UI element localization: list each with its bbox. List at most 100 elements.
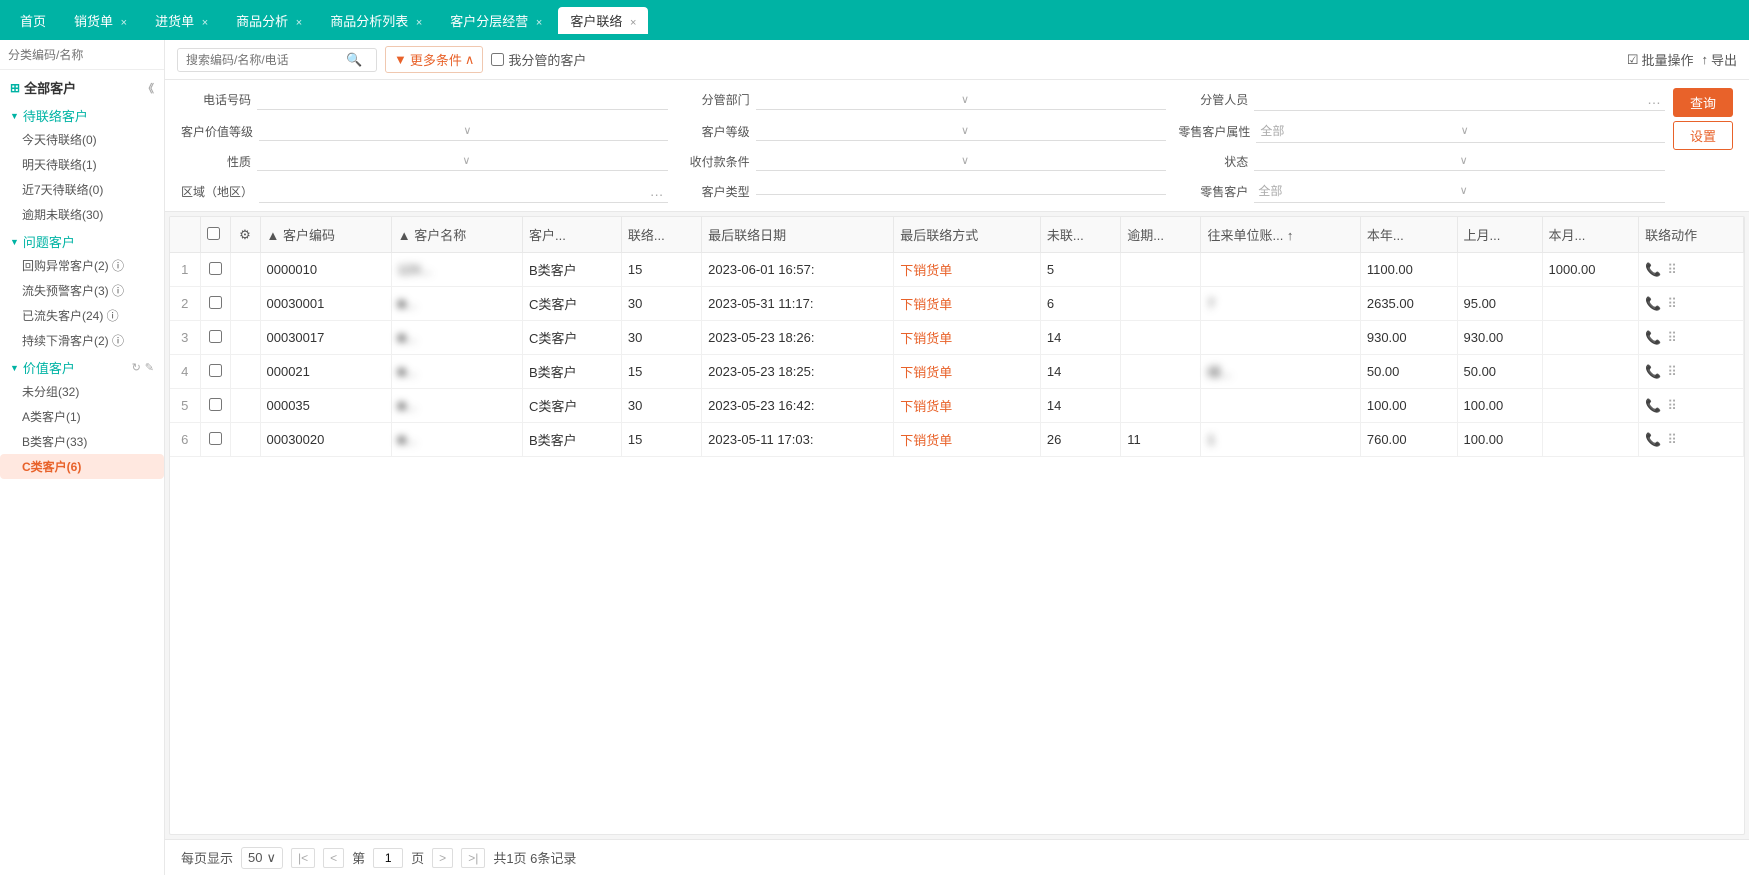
retail-attr-select[interactable]: 全部 ∨	[1256, 119, 1665, 143]
nav-sales-close[interactable]: ×	[121, 17, 127, 29]
edit-icon[interactable]: ✎	[145, 361, 154, 374]
cell-last-contact-method[interactable]: 下销货单	[894, 321, 1041, 355]
first-page-button[interactable]: |<	[291, 848, 315, 868]
row-checkbox[interactable]	[209, 398, 222, 411]
nav-sales[interactable]: 销货单 ×	[62, 7, 139, 34]
query-button[interactable]: 查询	[1673, 88, 1733, 117]
phone-action-icon[interactable]: 📞	[1645, 398, 1661, 414]
sidebar-item-today[interactable]: 今天待联络(0)	[0, 127, 164, 152]
more-action-icon[interactable]: ⠿	[1667, 364, 1677, 380]
phone-input[interactable]	[257, 89, 668, 110]
cell-last-contact-method[interactable]: 下销货单	[894, 253, 1041, 287]
row-checkbox[interactable]	[209, 364, 222, 377]
row-checkbox[interactable]	[209, 432, 222, 445]
more-action-icon[interactable]: ⠿	[1667, 432, 1677, 448]
refresh-icon[interactable]: ↻	[132, 361, 141, 374]
cell-row-num: 5	[170, 389, 200, 423]
all-customers-section[interactable]: ⊞ 全部客户 《	[0, 70, 164, 101]
next-page-button[interactable]: >	[432, 848, 453, 868]
cell-last-contact-method[interactable]: 下销货单	[894, 389, 1041, 423]
nav-purchase[interactable]: 进货单 ×	[143, 7, 220, 34]
nav-purchase-close[interactable]: ×	[202, 17, 208, 29]
nav-home[interactable]: 首页	[8, 7, 58, 34]
sidebar-group-pending[interactable]: 待联络客户	[0, 101, 164, 127]
more-action-icon[interactable]: ⠿	[1667, 330, 1677, 346]
nav-product-analysis-close[interactable]: ×	[296, 17, 302, 29]
filter-bar: 🔍 ▼ 更多条件 ∧ 我分管的客户 ☑ 批量操作 ↑ 导出	[165, 40, 1749, 80]
contact-method-link[interactable]: 下销货单	[900, 263, 952, 278]
cell-checkbox[interactable]	[200, 355, 230, 389]
sidebar-item-7days[interactable]: 近7天待联络(0)	[0, 177, 164, 202]
batch-ops-button[interactable]: ☑ 批量操作	[1627, 50, 1694, 69]
select-all-checkbox[interactable]	[207, 227, 220, 240]
more-action-icon[interactable]: ⠿	[1667, 262, 1677, 278]
row-checkbox[interactable]	[209, 296, 222, 309]
phone-action-icon[interactable]: 📞	[1645, 364, 1661, 380]
contact-method-link[interactable]: 下销货单	[900, 433, 952, 448]
contact-method-link[interactable]: 下销货单	[900, 331, 952, 346]
sidebar-item-abnormal-repurchase[interactable]: 回购异常客户(2) ⓘ	[0, 253, 164, 278]
sidebar-item-overdue[interactable]: 逾期未联络(30)	[0, 202, 164, 227]
nav-product-analysis-list[interactable]: 商品分析列表 ×	[318, 7, 434, 34]
sidebar-item-declining[interactable]: 持续下滑客户(2) ⓘ	[0, 328, 164, 353]
prev-page-button[interactable]: <	[323, 848, 344, 868]
contact-method-link[interactable]: 下销货单	[900, 399, 952, 414]
sidebar-item-c-customers[interactable]: C类客户(6)	[0, 454, 164, 479]
customer-table: ⚙ ▲ 客户编码 ▲ 客户名称 客户... 联络... 最后联络日期 最后联络方…	[170, 217, 1744, 457]
contact-method-link[interactable]: 下销货单	[900, 297, 952, 312]
phone-action-icon[interactable]: 📞	[1645, 262, 1661, 278]
nav-customer-segment[interactable]: 客户分层经营 ×	[438, 7, 554, 34]
nav-product-analysis-list-close[interactable]: ×	[416, 17, 422, 29]
customer-search-icon[interactable]: 🔍	[346, 52, 362, 68]
cell-checkbox[interactable]	[200, 253, 230, 287]
phone-action-icon[interactable]: 📞	[1645, 330, 1661, 346]
nav-customer-contact[interactable]: 客户联络 ×	[558, 7, 648, 34]
payment-select[interactable]: ∨	[756, 151, 1167, 171]
my-customers-checkbox[interactable]	[491, 53, 504, 66]
more-action-icon[interactable]: ⠿	[1667, 296, 1677, 312]
contact-method-link[interactable]: 下销货单	[900, 365, 952, 380]
settings-button[interactable]: 设置	[1673, 121, 1733, 150]
nature-select[interactable]: ∨	[257, 151, 668, 171]
sidebar-item-b-customers[interactable]: B类客户(33)	[0, 429, 164, 454]
row-checkbox[interactable]	[209, 330, 222, 343]
row-checkbox[interactable]	[209, 262, 222, 275]
cell-last-contact-method[interactable]: 下销货单	[894, 355, 1041, 389]
region-dots[interactable]: …	[650, 183, 664, 199]
last-page-button[interactable]: >|	[461, 848, 485, 868]
cell-checkbox[interactable]	[200, 287, 230, 321]
status-select[interactable]: ∨	[1254, 151, 1665, 171]
cell-this-year: 100.00	[1360, 389, 1457, 423]
sidebar-group-problem[interactable]: 问题客户	[0, 227, 164, 253]
manager-dots[interactable]: …	[1647, 91, 1661, 107]
col-settings[interactable]: ⚙	[230, 217, 260, 253]
export-button[interactable]: ↑ 导出	[1701, 50, 1737, 69]
sidebar-item-churned[interactable]: 已流失客户(24) ⓘ	[0, 303, 164, 328]
sidebar-search-input[interactable]	[8, 48, 163, 62]
customer-level-select[interactable]: ∨	[756, 121, 1167, 141]
sidebar-item-unclassified[interactable]: 未分组(32)	[0, 379, 164, 404]
phone-action-icon[interactable]: 📞	[1645, 432, 1661, 448]
nav-customer-segment-close[interactable]: ×	[536, 17, 542, 29]
more-conditions-button[interactable]: ▼ 更多条件 ∧	[385, 46, 483, 73]
customer-table-container: ⚙ ▲ 客户编码 ▲ 客户名称 客户... 联络... 最后联络日期 最后联络方…	[169, 216, 1745, 835]
value-level-select[interactable]: ∨	[259, 121, 668, 141]
cell-last-contact-method[interactable]: 下销货单	[894, 287, 1041, 321]
cell-checkbox[interactable]	[200, 389, 230, 423]
nav-product-analysis[interactable]: 商品分析 ×	[224, 7, 314, 34]
my-customers-checkbox-label[interactable]: 我分管的客户	[491, 50, 586, 69]
nav-customer-contact-close[interactable]: ×	[630, 17, 636, 29]
sidebar-group-value[interactable]: 价值客户 ↻ ✎	[0, 353, 164, 379]
page-number-input[interactable]	[373, 848, 403, 868]
phone-action-icon[interactable]: 📞	[1645, 296, 1661, 312]
cell-checkbox[interactable]	[200, 321, 230, 355]
sidebar-item-churn-warning[interactable]: 流失预警客户(3) ⓘ	[0, 278, 164, 303]
sidebar-item-a-customers[interactable]: A类客户(1)	[0, 404, 164, 429]
retail-select[interactable]: 全部 ∨	[1254, 179, 1665, 203]
dept-select[interactable]: ∨	[756, 90, 1167, 110]
cell-checkbox[interactable]	[200, 423, 230, 457]
sidebar-item-tomorrow[interactable]: 明天待联络(1)	[0, 152, 164, 177]
cell-last-contact-method[interactable]: 下销货单	[894, 423, 1041, 457]
more-action-icon[interactable]: ⠿	[1667, 398, 1677, 414]
customer-search-input[interactable]	[186, 53, 346, 67]
